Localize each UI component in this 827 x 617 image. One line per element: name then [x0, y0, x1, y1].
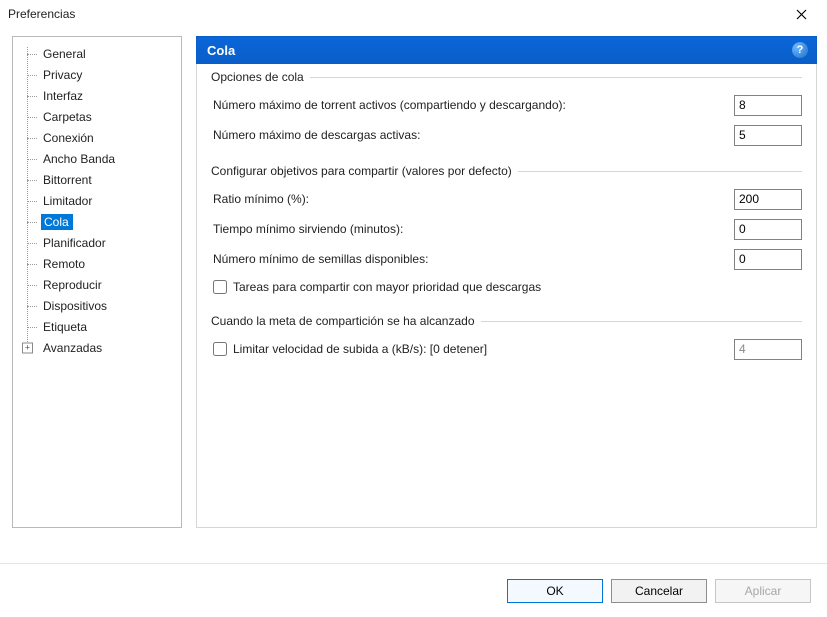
tree-item-label: Dispositivos — [41, 298, 109, 314]
tree-item-label: Reproducir — [41, 277, 104, 293]
max-active-input[interactable] — [734, 95, 802, 116]
tree-item-cola[interactable]: Cola — [15, 211, 177, 232]
group-queue-legend: Opciones de cola — [211, 70, 310, 84]
limit-upload-input — [734, 339, 802, 360]
tree-item-bittorrent[interactable]: Bittorrent — [15, 169, 177, 190]
tree-item-dispositivos[interactable]: Dispositivos — [15, 295, 177, 316]
preferences-window: Preferencias General Privacy Interfaz Carpe… — [0, 0, 827, 617]
tree-item-label: Ancho Banda — [41, 151, 117, 167]
min-time-label: Tiempo mínimo sirviendo (minutos): — [211, 222, 734, 236]
tree-item-conexión[interactable]: Conexión — [15, 127, 177, 148]
tree-item-interfaz[interactable]: Interfaz — [15, 85, 177, 106]
tree-item-avanzadas[interactable]: + Avanzadas — [15, 337, 177, 358]
tree-item-label: Planificador — [41, 235, 108, 251]
panel-header: Cola ? — [196, 36, 817, 64]
group-goal-reached-legend: Cuando la meta de compartición se ha alc… — [211, 314, 481, 328]
category-tree[interactable]: General Privacy Interfaz Carpetas Conexión An… — [12, 36, 182, 528]
close-button[interactable] — [781, 2, 821, 26]
min-seeds-input[interactable] — [734, 249, 802, 270]
group-seed-goal-legend: Configurar objetivos para compartir (val… — [211, 164, 518, 178]
cancel-button[interactable]: Cancelar — [611, 579, 707, 603]
dialog-footer: OK Cancelar Aplicar — [0, 563, 827, 617]
window-title: Preferencias — [8, 7, 781, 21]
limit-upload-checkbox[interactable] — [213, 342, 227, 356]
max-active-label: Número máximo de torrent activos (compar… — [211, 98, 734, 112]
help-icon[interactable]: ? — [792, 42, 808, 58]
tree-item-label: Remoto — [41, 256, 87, 272]
min-time-input[interactable] — [734, 219, 802, 240]
tree-item-reproducir[interactable]: Reproducir — [15, 274, 177, 295]
tree-item-privacy[interactable]: Privacy — [15, 64, 177, 85]
tree-item-label: General — [41, 46, 88, 62]
apply-button[interactable]: Aplicar — [715, 579, 811, 603]
ratio-label: Ratio mínimo (%): — [211, 192, 734, 206]
max-downloads-input[interactable] — [734, 125, 802, 146]
min-seeds-label: Número mínimo de semillas disponibles: — [211, 252, 734, 266]
tree-item-label: Privacy — [41, 67, 84, 83]
tree-item-general[interactable]: General — [15, 43, 177, 64]
titlebar: Preferencias — [0, 0, 827, 28]
tree-item-label: Cola — [41, 214, 73, 230]
priority-checkbox[interactable] — [213, 280, 227, 294]
group-seed-goal: Configurar objetivos para compartir (val… — [211, 164, 802, 306]
tree-item-ancho-banda[interactable]: Ancho Banda — [15, 148, 177, 169]
panel-title: Cola — [207, 43, 792, 58]
tree-item-planificador[interactable]: Planificador — [15, 232, 177, 253]
tree-item-label: Avanzadas — [41, 340, 104, 356]
limit-upload-label: Limitar velocidad de subida a (kB/s): [0… — [233, 342, 487, 356]
ratio-input[interactable] — [734, 189, 802, 210]
tree-item-label: Carpetas — [41, 109, 94, 125]
tree-item-label: Conexión — [41, 130, 96, 146]
tree-item-label: Limitador — [41, 193, 94, 209]
tree-item-label: Etiqueta — [41, 319, 89, 335]
tree-item-limitador[interactable]: Limitador — [15, 190, 177, 211]
priority-checkbox-label: Tareas para compartir con mayor priorida… — [233, 280, 541, 294]
group-goal-reached: Cuando la meta de compartición se ha alc… — [211, 314, 802, 370]
expand-icon[interactable]: + — [22, 342, 33, 353]
ok-button[interactable]: OK — [507, 579, 603, 603]
tree-item-label: Bittorrent — [41, 172, 94, 188]
tree-item-carpetas[interactable]: Carpetas — [15, 106, 177, 127]
settings-panel: Cola ? Opciones de cola Número máximo de… — [196, 36, 817, 528]
max-downloads-label: Número máximo de descargas activas: — [211, 128, 734, 142]
tree-item-etiqueta[interactable]: Etiqueta — [15, 316, 177, 337]
close-icon — [796, 9, 807, 20]
group-queue-options: Opciones de cola Número máximo de torren… — [211, 70, 802, 156]
tree-item-remoto[interactable]: Remoto — [15, 253, 177, 274]
tree-item-label: Interfaz — [41, 88, 85, 104]
